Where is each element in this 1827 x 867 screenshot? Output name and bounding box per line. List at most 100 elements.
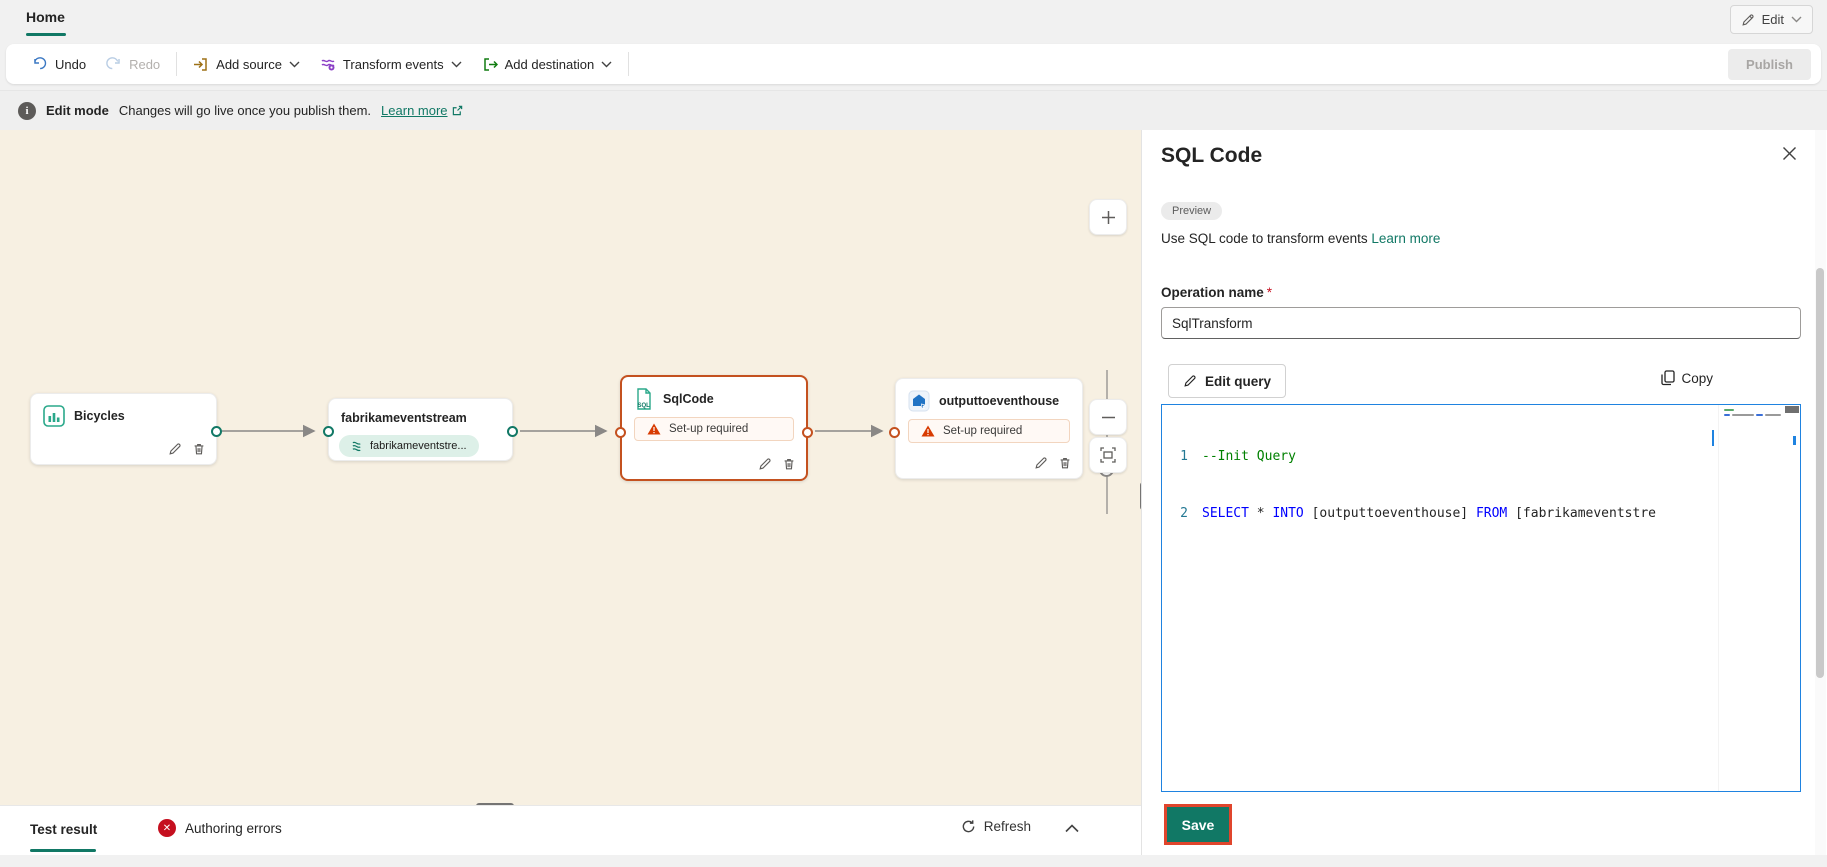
transform-events-button[interactable]: Transform events: [310, 49, 472, 79]
sql-comment: --Init Query: [1202, 447, 1296, 466]
add-destination-icon: [482, 57, 498, 72]
banner-learn-more-link[interactable]: Learn more: [381, 103, 462, 118]
edit-mode-dropdown[interactable]: Edit: [1730, 5, 1813, 34]
add-destination-button[interactable]: Add destination: [472, 49, 623, 79]
fit-to-screen-button[interactable]: [1089, 437, 1127, 473]
setup-required-warning: Set-up required: [908, 419, 1070, 443]
code-lines: 1--Init Query 2SELECT * INTO [outputtoev…: [1162, 409, 1716, 561]
copy-button[interactable]: Copy: [1661, 370, 1713, 386]
redo-button[interactable]: Redo: [96, 49, 170, 79]
copy-label: Copy: [1681, 371, 1713, 386]
tab-test-result[interactable]: Test result: [30, 822, 97, 837]
bottom-panel-bar: Test result ✕ Authoring errors Refresh: [0, 805, 1141, 855]
editor-scrollbar-thumb[interactable]: [1785, 406, 1799, 413]
editor-minimap[interactable]: [1718, 405, 1784, 791]
input-port[interactable]: [323, 426, 334, 437]
sql-code-panel: SQL Code Preview Use SQL code to transfo…: [1141, 130, 1827, 855]
add-destination-label: Add destination: [505, 57, 595, 72]
top-tab-strip: Home Edit: [0, 0, 1827, 40]
sql-statement: SELECT * INTO [outputtoeventhouse] FROM …: [1202, 504, 1656, 523]
tab-test-result-underline: [30, 849, 96, 852]
edit-mode-banner: i Edit mode Changes will go live once yo…: [0, 90, 1827, 130]
pencil-icon: [1741, 13, 1755, 27]
output-port[interactable]: [211, 426, 222, 437]
warning-icon: [921, 425, 935, 437]
panel-scrollbar-thumb[interactable]: [1816, 268, 1824, 678]
undo-button[interactable]: Undo: [22, 49, 96, 79]
node-title: SqlCode: [663, 392, 714, 406]
chevron-down-icon: [1791, 16, 1802, 23]
node-outputtoeventhouse[interactable]: outputtoeventhouse Set-up required: [895, 378, 1083, 479]
stream-pill[interactable]: fabrikameventstre...: [339, 435, 479, 457]
operation-name-label: Operation name*: [1161, 285, 1272, 300]
eventstream-editor: Home Edit Undo Redo: [0, 0, 1827, 867]
warning-label: Set-up required: [943, 425, 1022, 437]
edit-query-label: Edit query: [1205, 374, 1271, 389]
add-source-button[interactable]: Add source: [183, 49, 310, 79]
tab-home[interactable]: Home: [26, 9, 65, 25]
chevron-down-icon: [601, 61, 612, 68]
toolbar-separator: [176, 52, 177, 76]
error-icon: ✕: [158, 819, 176, 837]
warning-icon: [647, 423, 661, 435]
zoom-in-button[interactable]: [1089, 199, 1127, 235]
input-port[interactable]: [615, 427, 626, 438]
delete-node-icon[interactable]: [1058, 456, 1072, 470]
pencil-icon: [1183, 374, 1197, 388]
eventstream-canvas[interactable]: Bicycles fabrikameventstream fab: [0, 130, 1141, 805]
edit-query-button[interactable]: Edit query: [1168, 364, 1286, 398]
save-button-highlight: Save: [1164, 804, 1232, 845]
warning-label: Set-up required: [669, 423, 748, 435]
operation-name-input[interactable]: [1161, 307, 1801, 339]
delete-node-icon[interactable]: [782, 457, 796, 471]
line-number: 1: [1162, 447, 1202, 466]
panel-learn-more-link[interactable]: Learn more: [1371, 231, 1440, 246]
publish-button[interactable]: Publish: [1728, 49, 1811, 80]
input-port[interactable]: [889, 427, 900, 438]
node-title: outputtoeventhouse: [939, 394, 1059, 408]
undo-icon: [32, 57, 48, 71]
external-link-icon: [452, 105, 463, 116]
tab-home-underline: [26, 33, 66, 36]
banner-title: Edit mode: [46, 103, 109, 118]
output-port[interactable]: [802, 427, 813, 438]
stream-pill-label: fabrikameventstre...: [370, 440, 467, 452]
refresh-icon: [961, 819, 976, 834]
banner-message: Changes will go live once you publish th…: [119, 103, 371, 118]
panel-scrollbar-track[interactable]: [1815, 130, 1826, 855]
required-asterisk: *: [1267, 285, 1272, 300]
copy-icon: [1661, 370, 1675, 386]
learn-more-label: Learn more: [381, 103, 447, 118]
output-port[interactable]: [507, 426, 518, 437]
overview-ruler-cursor-mark: [1793, 436, 1796, 445]
refresh-label: Refresh: [984, 819, 1031, 834]
text-cursor: [1712, 430, 1714, 446]
edit-node-icon[interactable]: [168, 442, 182, 456]
tab-authoring-errors[interactable]: ✕ Authoring errors: [158, 819, 282, 837]
preview-badge: Preview: [1161, 202, 1222, 220]
stream-icon: [351, 440, 364, 452]
collapse-panel-chevron-up-icon[interactable]: [1065, 824, 1079, 833]
delete-node-icon[interactable]: [192, 442, 206, 456]
toolbar-separator: [628, 52, 629, 76]
sql-document-icon: SQL: [634, 388, 654, 410]
transform-events-label: Transform events: [343, 57, 444, 72]
redo-label: Redo: [129, 57, 160, 72]
edit-mode-label: Edit: [1762, 12, 1784, 27]
node-fabrikameventstream[interactable]: fabrikameventstream fabrikameventstre...: [328, 398, 513, 461]
sql-code-editor[interactable]: 1--Init Query 2SELECT * INTO [outputtoev…: [1161, 404, 1801, 792]
node-bicycles[interactable]: Bicycles: [30, 393, 217, 465]
zoom-out-button[interactable]: [1089, 399, 1127, 435]
node-sqlcode[interactable]: SQL SqlCode Set-up required: [620, 375, 808, 481]
chevron-down-icon: [451, 61, 462, 68]
eventhouse-icon: [908, 390, 930, 412]
save-button[interactable]: Save: [1167, 807, 1229, 842]
refresh-button[interactable]: Refresh: [961, 819, 1031, 834]
edit-node-icon[interactable]: [758, 457, 772, 471]
panel-title: SQL Code: [1161, 144, 1262, 168]
footer-strip: [0, 855, 1827, 867]
edit-node-icon[interactable]: [1034, 456, 1048, 470]
redo-icon: [106, 57, 122, 71]
close-icon[interactable]: [1782, 146, 1797, 161]
ribbon-toolbar: Undo Redo Add source Transform events: [6, 44, 1821, 84]
